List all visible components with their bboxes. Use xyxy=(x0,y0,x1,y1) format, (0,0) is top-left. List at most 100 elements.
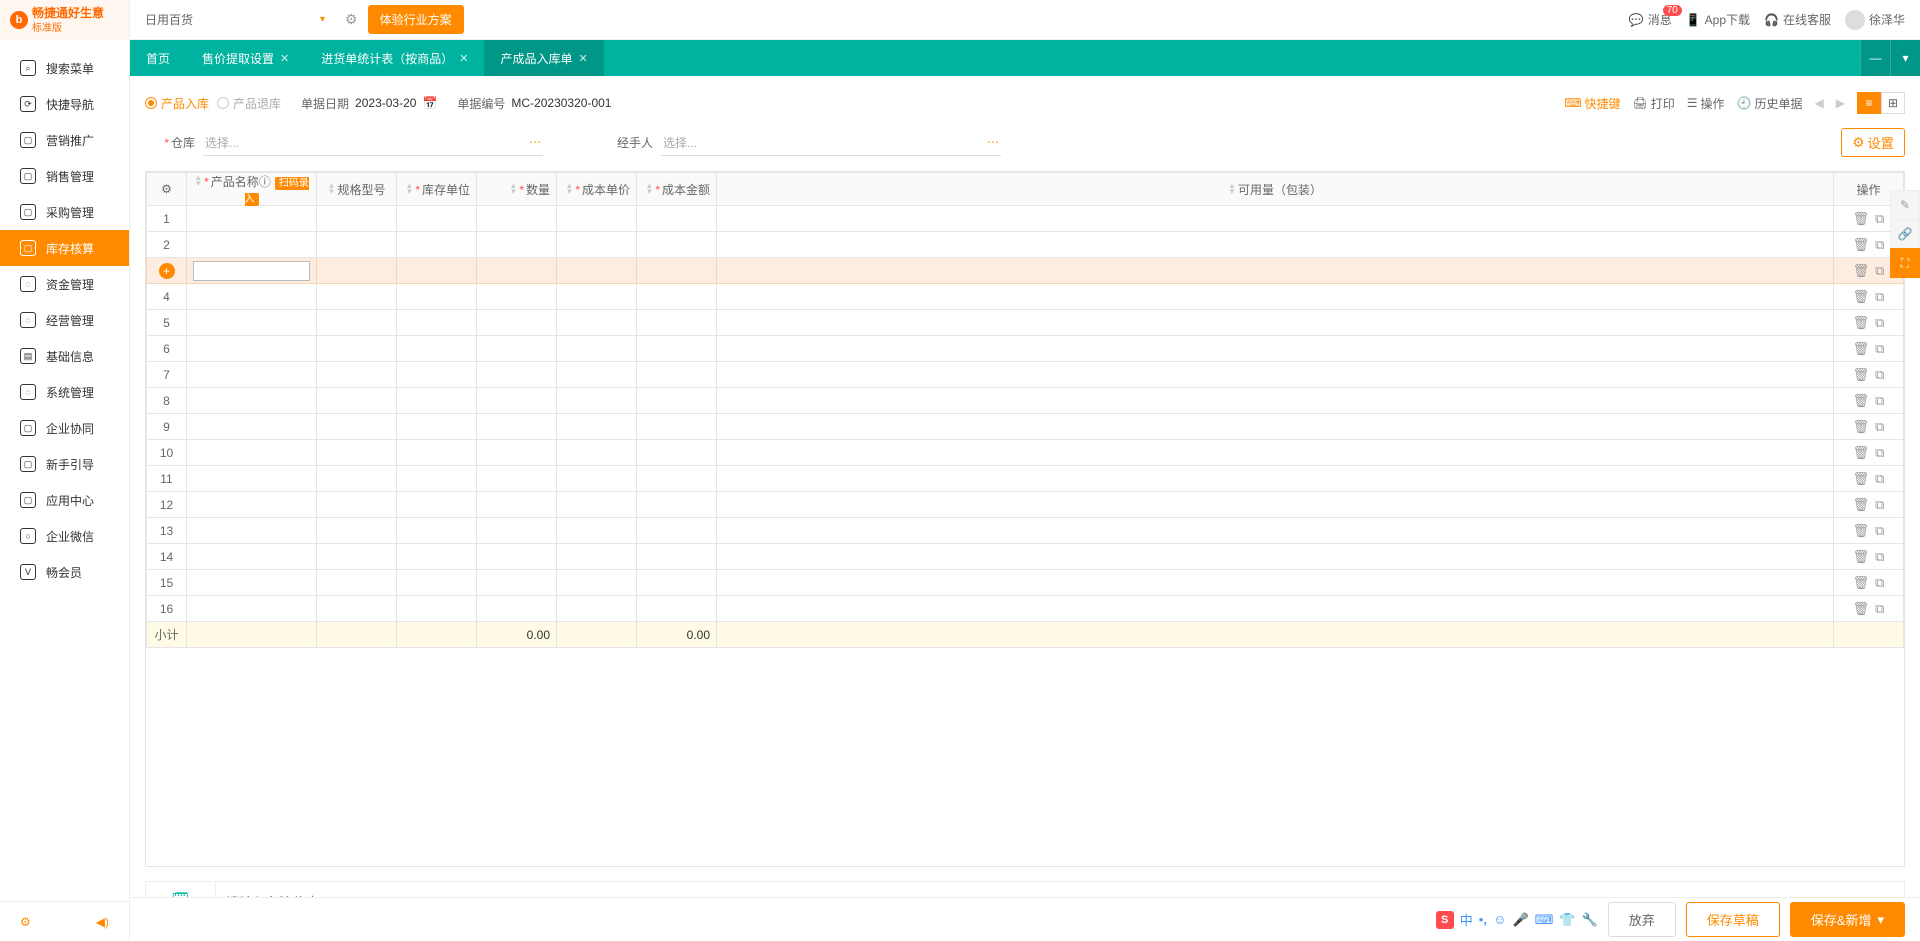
nav-item-14[interactable]: V畅会员 xyxy=(0,554,129,590)
copy-icon[interactable]: ⧉ xyxy=(1875,497,1884,512)
copy-icon[interactable]: ⧉ xyxy=(1875,549,1884,564)
delete-icon[interactable]: 🗑 xyxy=(1853,575,1870,590)
tab-0[interactable]: 首页 xyxy=(130,40,186,76)
tab-menu[interactable]: ▾ xyxy=(1890,40,1920,76)
shortcut-link[interactable]: ⌨ 快捷键 xyxy=(1564,95,1620,112)
settings-icon[interactable]: ⚙ xyxy=(20,915,31,929)
nav-item-4[interactable]: ▢采购管理 xyxy=(0,194,129,230)
ime-tool-icon[interactable]: 🔧 xyxy=(1582,912,1598,928)
delete-icon[interactable]: 🗑 xyxy=(1853,601,1870,616)
copy-icon[interactable]: ⧉ xyxy=(1875,575,1884,590)
table-row[interactable]: 8🗑⧉ xyxy=(147,388,1904,414)
copy-icon[interactable]: ⧉ xyxy=(1875,393,1884,408)
view-card[interactable]: ⊞ xyxy=(1881,92,1905,114)
nav-item-12[interactable]: ▢应用中心 xyxy=(0,482,129,518)
nav-item-5[interactable]: ▢库存核算 xyxy=(0,230,129,266)
nav-item-11[interactable]: ▢新手引导 xyxy=(0,446,129,482)
copy-icon[interactable]: ⧉ xyxy=(1875,419,1884,434)
handler-input[interactable]: 选择... ⋯ xyxy=(661,130,1001,156)
th-unit[interactable]: ▲▼*库存单位 xyxy=(397,173,477,206)
nav-item-0[interactable]: ⌕搜索菜单 xyxy=(0,50,129,86)
th-gear[interactable]: ⚙ xyxy=(147,173,187,206)
ime-keyboard-icon[interactable]: ⌨ xyxy=(1535,912,1554,928)
table-row[interactable]: 14🗑⧉ xyxy=(147,544,1904,570)
table-row[interactable]: 11🗑⧉ xyxy=(147,466,1904,492)
th-spec[interactable]: ▲▼规格型号 xyxy=(317,173,397,206)
ime-lang[interactable]: 中 xyxy=(1460,910,1473,929)
table-row[interactable]: 12🗑⧉ xyxy=(147,492,1904,518)
cta-button[interactable]: 体验行业方案 xyxy=(368,5,464,34)
gear-icon[interactable]: ⚙ xyxy=(345,11,358,28)
user-menu[interactable]: 徐泽华 xyxy=(1845,10,1905,30)
app-download-link[interactable]: 📱 App下载 xyxy=(1686,11,1750,28)
delete-icon[interactable]: 🗑 xyxy=(1853,497,1870,512)
settings-button[interactable]: ⚙ 设置 xyxy=(1841,128,1905,157)
table-row[interactable]: 16🗑⧉ xyxy=(147,596,1904,622)
nav-item-2[interactable]: ▢营销推广 xyxy=(0,122,129,158)
rail-expand-icon[interactable]: ⛶ xyxy=(1890,248,1920,278)
table-row[interactable]: 13🗑⧉ xyxy=(147,518,1904,544)
copy-icon[interactable]: ⧉ xyxy=(1875,315,1884,330)
copy-icon[interactable]: ⧉ xyxy=(1875,341,1884,356)
delete-icon[interactable]: 🗑 xyxy=(1853,289,1870,304)
table-row[interactable]: 1🗑⧉ xyxy=(147,206,1904,232)
nav-item-1[interactable]: ⟳快捷导航 xyxy=(0,86,129,122)
delete-icon[interactable]: 🗑 xyxy=(1853,367,1870,382)
table-row[interactable]: 9🗑⧉ xyxy=(147,414,1904,440)
delete-icon[interactable]: 🗑 xyxy=(1853,419,1870,434)
rail-note-icon[interactable]: ✎ xyxy=(1890,190,1920,220)
delete-icon[interactable]: 🗑 xyxy=(1853,445,1870,460)
copy-icon[interactable]: ⧉ xyxy=(1875,211,1884,226)
ime-emoji-icon[interactable]: ☺ xyxy=(1493,912,1506,927)
calendar-icon[interactable]: 📅 xyxy=(422,96,437,110)
service-link[interactable]: 🎧 在线客服 xyxy=(1764,11,1831,28)
tab-minimize[interactable]: — xyxy=(1860,40,1890,76)
table-row[interactable]: 4🗑⧉ xyxy=(147,284,1904,310)
copy-icon[interactable]: ⧉ xyxy=(1875,289,1884,304)
nav-item-3[interactable]: ▢销售管理 xyxy=(0,158,129,194)
save-draft-button[interactable]: 保存草稿 xyxy=(1686,902,1780,937)
category-select[interactable]: 日用百货 ▾ xyxy=(145,11,335,28)
table-row[interactable]: 15🗑⧉ xyxy=(147,570,1904,596)
rail-link-icon[interactable]: 🔗 xyxy=(1890,219,1920,249)
delete-icon[interactable]: 🗑 xyxy=(1853,211,1870,226)
date-value[interactable]: 2023-03-20 xyxy=(355,96,416,110)
th-amount[interactable]: ▲▼*成本金额 xyxy=(637,173,717,206)
tab-1[interactable]: 售价提取设置✕ xyxy=(186,40,305,76)
next-doc[interactable]: ▶ xyxy=(1836,96,1845,110)
radio-product-out[interactable]: 产品退库 xyxy=(217,95,281,112)
delete-icon[interactable]: 🗑 xyxy=(1853,393,1870,408)
copy-icon[interactable]: ⧉ xyxy=(1875,601,1884,616)
product-input[interactable] xyxy=(193,261,310,281)
copy-icon[interactable]: ⧉ xyxy=(1875,471,1884,486)
history-link[interactable]: 🕘 历史单据 xyxy=(1737,95,1803,112)
close-icon[interactable]: ✕ xyxy=(579,52,588,65)
delete-icon[interactable]: 🗑 xyxy=(1853,523,1870,538)
ime-icon[interactable]: •ꓹ xyxy=(1479,912,1487,928)
delete-icon[interactable]: 🗑 xyxy=(1853,341,1870,356)
more-icon[interactable]: ⋯ xyxy=(529,135,541,149)
tab-2[interactable]: 进货单统计表（按商品）✕ xyxy=(305,40,484,76)
table-row[interactable]: 5🗑⧉ xyxy=(147,310,1904,336)
delete-icon[interactable]: 🗑 xyxy=(1853,315,1870,330)
more-icon[interactable]: ⋯ xyxy=(987,135,999,149)
table-row[interactable]: 7🗑⧉ xyxy=(147,362,1904,388)
table-row[interactable]: 6🗑⧉ xyxy=(147,336,1904,362)
copy-icon[interactable]: ⧉ xyxy=(1875,445,1884,460)
delete-icon[interactable]: 🗑 xyxy=(1853,237,1870,252)
save-new-button[interactable]: 保存&新增 ▾ xyxy=(1790,902,1905,937)
delete-icon[interactable]: 🗑 xyxy=(1853,471,1870,486)
th-qty[interactable]: ▲▼*数量 xyxy=(477,173,557,206)
copy-icon[interactable]: ⧉ xyxy=(1875,237,1884,252)
nav-item-13[interactable]: ○企业微信 xyxy=(0,518,129,554)
nav-item-10[interactable]: ▢企业协同 xyxy=(0,410,129,446)
th-avail[interactable]: ▲▼可用量（包装） xyxy=(717,173,1834,206)
close-icon[interactable]: ✕ xyxy=(459,52,468,65)
nav-item-7[interactable]: ◌经营管理 xyxy=(0,302,129,338)
operation-link[interactable]: ☰ 操作 xyxy=(1687,95,1725,112)
messages-link[interactable]: 💬 消息 70 xyxy=(1629,11,1672,28)
collapse-icon[interactable]: ◀) xyxy=(96,915,109,929)
nav-item-6[interactable]: ◌资金管理 xyxy=(0,266,129,302)
copy-icon[interactable]: ⧉ xyxy=(1875,263,1884,278)
table-row[interactable]: +🗑⧉ xyxy=(147,258,1904,284)
